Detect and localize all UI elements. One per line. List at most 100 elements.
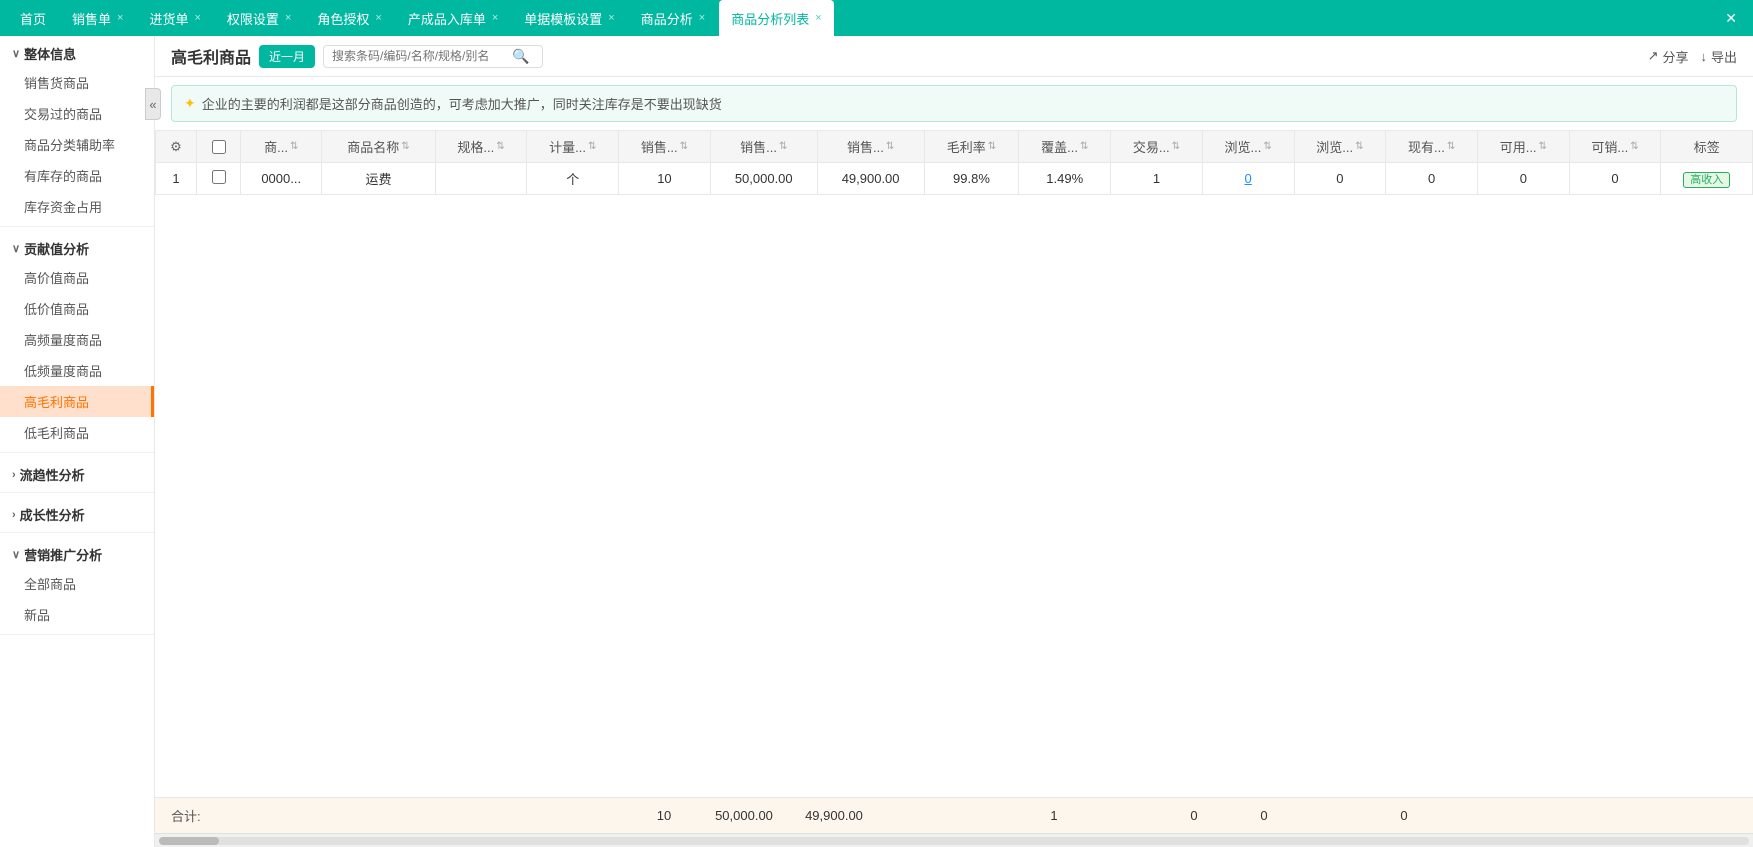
sidebar-item-in-stock-goods[interactable]: 有库存的商品 bbox=[0, 160, 154, 191]
recent-month-button[interactable]: 近一月 bbox=[259, 45, 315, 68]
close-tab-sales-order[interactable]: × bbox=[117, 12, 123, 24]
close-tab-product-analysis[interactable]: × bbox=[699, 12, 705, 24]
nav-tab-permission-settings[interactable]: 权限设置× bbox=[215, 0, 303, 36]
row-select-checkbox[interactable] bbox=[212, 170, 226, 184]
nav-tab-sales-order[interactable]: 销售单× bbox=[60, 0, 135, 36]
footer-cell-10 bbox=[949, 808, 1019, 823]
nav-tab-order-template[interactable]: 单据模板设置× bbox=[512, 0, 626, 36]
col-header-coverage[interactable]: 覆盖...⇅ bbox=[1019, 131, 1111, 163]
sidebar-item-high-freq-goods[interactable]: 高频量度商品 bbox=[0, 324, 154, 355]
close-tab-purchase-order[interactable]: × bbox=[194, 12, 200, 24]
top-nav: 首页 销售单×进货单×权限设置×角色授权×产成品入库单×单据模板设置×商品分析×… bbox=[0, 0, 1753, 36]
col-header-browse1[interactable]: 浏览...⇅ bbox=[1202, 131, 1294, 163]
horizontal-scrollbar[interactable] bbox=[155, 833, 1753, 847]
col-header-code[interactable]: 商...⇅ bbox=[241, 131, 322, 163]
close-tab-order-template[interactable]: × bbox=[608, 12, 614, 24]
row-browse1[interactable]: 0 bbox=[1202, 163, 1294, 195]
sidebar-item-high-value-goods[interactable]: 高价值商品 bbox=[0, 262, 154, 293]
divider-marketing-analysis bbox=[0, 634, 154, 635]
divider-wealth-analysis bbox=[0, 452, 154, 453]
row-code: 0000... bbox=[241, 163, 322, 195]
sidebar-group-marketing-analysis[interactable]: ∨营销推广分析 bbox=[0, 537, 154, 568]
settings-gear-icon[interactable]: ⚙ bbox=[170, 139, 182, 155]
divider-overall-info bbox=[0, 226, 154, 227]
sidebar-item-sales-goods[interactable]: 销售货商品 bbox=[0, 67, 154, 98]
sidebar-item-goods-category-assist[interactable]: 商品分类辅助率 bbox=[0, 129, 154, 160]
footer-cell-8: 49,900.00 bbox=[789, 808, 879, 823]
col-label-available: 可用... bbox=[1500, 137, 1537, 156]
footer-cell-13: 0 bbox=[1159, 808, 1229, 823]
col-label-gross_rate: 毛利率 bbox=[947, 137, 986, 156]
group-arrow-growth-analysis: › bbox=[12, 509, 16, 521]
export-button[interactable]: ↓ 导出 bbox=[1700, 47, 1737, 66]
col-label-current_stock: 现有... bbox=[1408, 137, 1445, 156]
select-all-checkbox[interactable] bbox=[212, 140, 226, 154]
col-header-current_stock[interactable]: 现有...⇅ bbox=[1386, 131, 1478, 163]
col-header-available[interactable]: 可用...⇅ bbox=[1477, 131, 1569, 163]
sort-icon-coverage: ⇅ bbox=[1080, 141, 1088, 152]
share-icon: ↗ bbox=[1648, 48, 1659, 64]
sidebar-item-high-margin-goods[interactable]: 高毛利商品 bbox=[0, 386, 154, 417]
search-input[interactable] bbox=[332, 49, 512, 63]
table-row: 10000...运费个1050,000.0049,900.0099.8%1.49… bbox=[156, 163, 1753, 195]
search-icon[interactable]: 🔍 bbox=[512, 48, 529, 65]
row-transaction: 1 bbox=[1111, 163, 1203, 195]
col-label-sellable: 可销... bbox=[1591, 137, 1628, 156]
sidebar-item-low-freq-goods[interactable]: 低频量度商品 bbox=[0, 355, 154, 386]
sidebar-group-wealth-analysis[interactable]: ∨贡献值分析 bbox=[0, 231, 154, 262]
sidebar-item-low-value-goods[interactable]: 低价值商品 bbox=[0, 293, 154, 324]
col-label-unit: 计量... bbox=[549, 137, 586, 156]
nav-home[interactable]: 首页 bbox=[8, 0, 58, 36]
sidebar-group-growth-analysis[interactable]: › 成长性分析 bbox=[0, 497, 154, 528]
row-current-stock: 0 bbox=[1386, 163, 1478, 195]
sidebar-group-overall-info[interactable]: ∨整体信息 bbox=[0, 36, 154, 67]
info-banner: ✦ 企业的主要的利润都是这部分商品创造的，可考虑加大推广，同时关注库存是不要出现… bbox=[171, 85, 1737, 122]
page-title: 高毛利商品 bbox=[171, 44, 251, 68]
scrollbar-thumb[interactable] bbox=[159, 837, 219, 845]
nav-tab-role-permissions[interactable]: 角色授权× bbox=[305, 0, 393, 36]
col-header-browse2[interactable]: 浏览...⇅ bbox=[1294, 131, 1386, 163]
divider-trend-analysis bbox=[0, 492, 154, 493]
group-label-wealth-analysis: 贡献值分析 bbox=[24, 239, 89, 258]
sidebar-item-traded-goods[interactable]: 交易过的商品 bbox=[0, 98, 154, 129]
footer-cell-14: 0 bbox=[1229, 808, 1299, 823]
close-tab-permission-settings[interactable]: × bbox=[285, 12, 291, 24]
col-header-transaction[interactable]: 交易...⇅ bbox=[1111, 131, 1203, 163]
nav-tab-product-stock-in[interactable]: 产成品入库单× bbox=[396, 0, 510, 36]
row-checkbox[interactable] bbox=[196, 163, 240, 195]
close-tab-product-analysis-list[interactable]: × bbox=[815, 12, 821, 24]
col-header-spec[interactable]: 规格...⇅ bbox=[435, 131, 527, 163]
row-sales-amount: 50,000.00 bbox=[710, 163, 817, 195]
col-label-browse2: 浏览... bbox=[1316, 137, 1353, 156]
browse-link[interactable]: 0 bbox=[1245, 171, 1252, 186]
group-label-trend-analysis: 流趋性分析 bbox=[20, 465, 85, 484]
sidebar-item-low-margin-goods[interactable]: 低毛利商品 bbox=[0, 417, 154, 448]
export-icon: ↓ bbox=[1700, 49, 1707, 64]
group-label-growth-analysis: 成长性分析 bbox=[20, 505, 85, 524]
group-arrow-marketing-analysis: ∨ bbox=[12, 548, 20, 561]
nav-tab-product-analysis[interactable]: 商品分析× bbox=[629, 0, 717, 36]
close-tab-role-permissions[interactable]: × bbox=[375, 12, 381, 24]
col-header-sales_profit[interactable]: 销售...⇅ bbox=[817, 131, 924, 163]
table-wrapper[interactable]: ⚙商...⇅商品名称⇅规格...⇅计量...⇅销售...⇅销售...⇅销售...… bbox=[155, 130, 1753, 797]
sidebar-item-all-goods[interactable]: 全部商品 bbox=[0, 568, 154, 599]
close-tab-product-stock-in[interactable]: × bbox=[492, 12, 498, 24]
divider-growth-analysis bbox=[0, 532, 154, 533]
sidebar-item-new-goods[interactable]: 新品 bbox=[0, 599, 154, 630]
sidebar-collapse-button[interactable]: « bbox=[145, 88, 161, 120]
col-header-checkbox bbox=[196, 131, 240, 163]
sidebar-group-trend-analysis[interactable]: ›流趋性分析 bbox=[0, 457, 154, 488]
sidebar-item-inventory-capital[interactable]: 库存资金占用 bbox=[0, 191, 154, 222]
col-header-unit[interactable]: 计量...⇅ bbox=[527, 131, 619, 163]
col-header-sellable[interactable]: 可销...⇅ bbox=[1569, 131, 1661, 163]
nav-tab-product-analysis-list[interactable]: 商品分析列表× bbox=[719, 0, 833, 36]
close-all-button[interactable]: ✕ bbox=[1717, 10, 1745, 27]
nav-tab-purchase-order[interactable]: 进货单× bbox=[137, 0, 212, 36]
col-header-sales_qty[interactable]: 销售...⇅ bbox=[619, 131, 711, 163]
col-label-sales_profit: 销售... bbox=[847, 137, 884, 156]
share-button[interactable]: ↗ 分享 bbox=[1648, 47, 1689, 66]
sort-icon-current_stock: ⇅ bbox=[1447, 141, 1455, 152]
col-header-name[interactable]: 商品名称⇅ bbox=[322, 131, 435, 163]
col-header-sales_amount[interactable]: 销售...⇅ bbox=[710, 131, 817, 163]
col-header-gross_rate[interactable]: 毛利率⇅ bbox=[924, 131, 1019, 163]
